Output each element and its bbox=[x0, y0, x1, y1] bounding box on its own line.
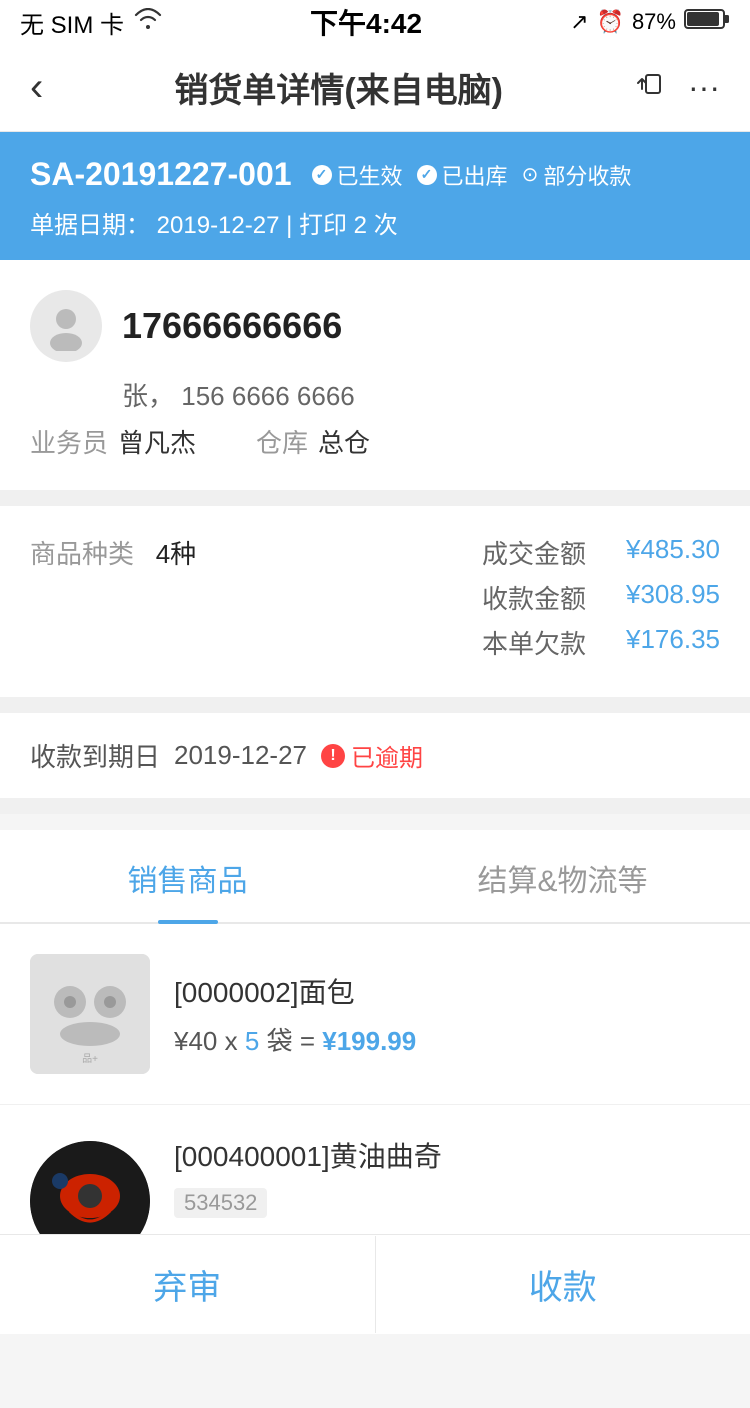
customer-meta: 业务员 曾凡杰 仓库 总仓 bbox=[30, 423, 720, 460]
product-types-value: 4种 bbox=[156, 539, 196, 569]
stats-row: 商品种类 4种 成交金额 ¥485.30 收款金额 ¥308.95 本单欠款 ¥… bbox=[30, 534, 720, 669]
product-thumb-1: 品+ bbox=[30, 954, 150, 1074]
status-time: 下午4:42 bbox=[310, 2, 422, 42]
back-button[interactable]: ‹ bbox=[30, 65, 43, 110]
due-value: ¥176.35 bbox=[626, 624, 720, 661]
customer-detail: 张， 156 6666 6666 bbox=[30, 376, 720, 413]
customer-phone: 17666666666 bbox=[122, 305, 342, 347]
warehouse-value: 总仓 bbox=[318, 423, 370, 460]
due-date-value: 2019-12-27 bbox=[174, 740, 307, 771]
share-icon[interactable] bbox=[634, 69, 664, 107]
status-right: ↗ ⏰ 87% bbox=[570, 8, 730, 36]
status-left: 无 SIM 卡 bbox=[20, 5, 162, 40]
stats-right: 成交金额 ¥485.30 收款金额 ¥308.95 本单欠款 ¥176.35 bbox=[482, 534, 720, 669]
collect-payment-button[interactable]: 收款 bbox=[376, 1236, 750, 1333]
customer-section: 17666666666 张， 156 6666 6666 业务员 曾凡杰 仓库 … bbox=[0, 260, 750, 490]
tab-products[interactable]: 销售商品 bbox=[0, 830, 375, 922]
order-banner: SA-20191227-001 ✓ 已生效 ✓ 已出库 ⊙ 部分收款 单据日期：… bbox=[0, 132, 750, 260]
divider-1 bbox=[0, 490, 750, 506]
product-name-2: [000400001]黄油曲奇 bbox=[174, 1135, 720, 1175]
product-qty-1: 5 bbox=[245, 1026, 259, 1056]
warehouse-meta: 仓库 总仓 bbox=[256, 423, 370, 460]
clock-icon: ⊙ bbox=[522, 162, 539, 187]
product-name-1: [0000002]面包 bbox=[174, 971, 720, 1011]
more-icon[interactable]: ··· bbox=[688, 69, 720, 106]
svg-text:品+: 品+ bbox=[82, 1053, 98, 1065]
transaction-label: 成交金额 bbox=[482, 534, 586, 571]
tabs-header: 销售商品 结算&物流等 bbox=[0, 830, 750, 924]
status-badge-2: ✓ 已出库 bbox=[417, 159, 508, 191]
order-date: 单据日期： 2019-12-27 | 打印 2 次 bbox=[30, 205, 720, 240]
transaction-line: 成交金额 ¥485.30 bbox=[482, 534, 720, 571]
transaction-value: ¥485.30 bbox=[626, 534, 720, 571]
warehouse-label: 仓库 bbox=[256, 423, 308, 460]
status-bar: 无 SIM 卡 下午4:42 ↗ ⏰ 87% bbox=[0, 0, 750, 44]
product-item: 品+ [0000002]面包 ¥40 x 5 袋 = ¥199.99 bbox=[0, 924, 750, 1105]
order-id: SA-20191227-001 bbox=[30, 156, 292, 193]
salesperson-label: 业务员 bbox=[30, 423, 108, 460]
overdue-icon: ! bbox=[321, 744, 345, 768]
location-icon: ↗ bbox=[570, 9, 588, 35]
status-badge-1: ✓ 已生效 bbox=[312, 159, 403, 191]
nav-bar: ‹ 销货单详情(来自电脑) ··· bbox=[0, 44, 750, 132]
received-line: 收款金额 ¥308.95 bbox=[482, 579, 720, 616]
received-value: ¥308.95 bbox=[626, 579, 720, 616]
carrier-label: 无 SIM 卡 bbox=[20, 5, 124, 40]
due-date-label: 收款到期日 bbox=[30, 737, 160, 774]
nav-title: 销货单详情(来自电脑) bbox=[174, 63, 503, 112]
alarm-icon: ⏰ bbox=[597, 9, 624, 35]
salesperson-value: 曾凡杰 bbox=[118, 423, 196, 460]
overdue-badge: ! 已逾期 bbox=[321, 738, 423, 773]
divider-3 bbox=[0, 798, 750, 814]
tabs-section: 销售商品 结算&物流等 品+ [0000002]面包 bbox=[0, 830, 750, 1298]
battery-label: 87% bbox=[632, 9, 676, 35]
order-banner-top: SA-20191227-001 ✓ 已生效 ✓ 已出库 ⊙ 部分收款 bbox=[30, 156, 720, 193]
nav-icons-right: ··· bbox=[634, 69, 720, 107]
status-badges: ✓ 已生效 ✓ 已出库 ⊙ 部分收款 bbox=[312, 159, 632, 191]
abandon-review-button[interactable]: 弃审 bbox=[0, 1236, 376, 1333]
product-price-1: ¥40 x 5 袋 = ¥199.99 bbox=[174, 1021, 720, 1058]
product-total-1: ¥199.99 bbox=[322, 1026, 416, 1056]
tab-settlement[interactable]: 结算&物流等 bbox=[375, 830, 750, 922]
status-badge-3: ⊙ 部分收款 bbox=[522, 159, 632, 191]
product-info-1: [0000002]面包 ¥40 x 5 袋 = ¥199.99 bbox=[174, 971, 720, 1058]
action-bar: 弃审 收款 bbox=[0, 1234, 750, 1334]
due-line: 本单欠款 ¥176.35 bbox=[482, 624, 720, 661]
due-label: 本单欠款 bbox=[482, 624, 586, 661]
customer-row: 17666666666 bbox=[30, 290, 720, 362]
stats-left: 商品种类 4种 bbox=[30, 534, 196, 571]
received-label: 收款金额 bbox=[482, 579, 586, 616]
check-icon-2: ✓ bbox=[417, 165, 437, 185]
product-types-label: 商品种类 bbox=[30, 539, 134, 569]
salesperson-meta: 业务员 曾凡杰 bbox=[30, 423, 196, 460]
divider-2 bbox=[0, 697, 750, 713]
product-sub-2: 534532 bbox=[174, 1188, 267, 1218]
wifi-icon bbox=[134, 8, 162, 37]
due-section: 收款到期日 2019-12-27 ! 已逾期 bbox=[0, 713, 750, 798]
battery-icon bbox=[684, 8, 730, 36]
stats-section: 商品种类 4种 成交金额 ¥485.30 收款金额 ¥308.95 本单欠款 ¥… bbox=[0, 506, 750, 697]
check-icon-1: ✓ bbox=[312, 165, 332, 185]
overdue-label: 已逾期 bbox=[351, 738, 423, 773]
avatar bbox=[30, 290, 102, 362]
